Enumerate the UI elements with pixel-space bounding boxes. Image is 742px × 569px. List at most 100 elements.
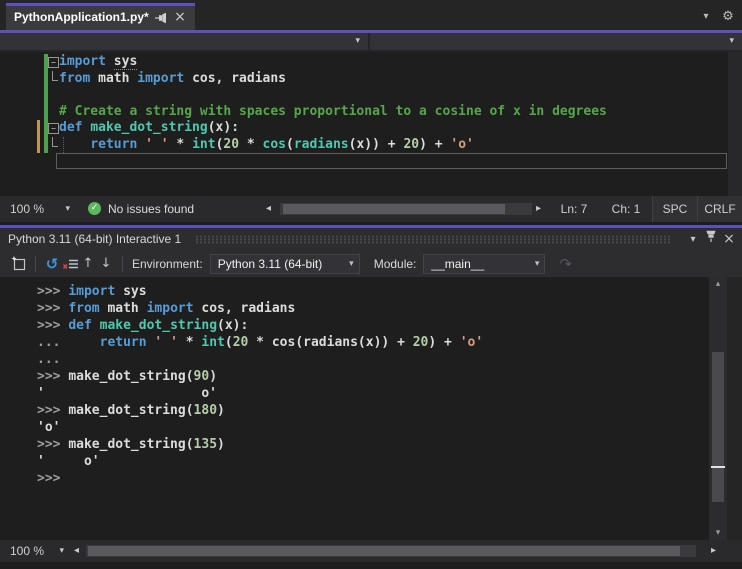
chevron-down-icon: ▾	[59, 546, 64, 556]
type-navigation-dropdown[interactable]: ▾	[0, 33, 368, 50]
repl-line: >>> make_dot_string(135)	[37, 437, 225, 452]
repl-line: >>> make_dot_string(180)	[37, 403, 225, 418]
scroll-left-icon[interactable]: ◂	[266, 196, 271, 222]
vs-window: PythonApplication1.py* × ▾ ⚙ ▾ ▾ − import…	[0, 0, 742, 569]
scrollbar-thumb[interactable]	[88, 546, 680, 556]
editor-code-line: − import sys	[0, 54, 742, 71]
module-value: __main__	[431, 256, 485, 271]
column-indicator: Ch: 1	[611, 202, 641, 216]
close-icon[interactable]: ×	[720, 231, 738, 247]
history-previous-icon[interactable]: ↑	[79, 255, 97, 273]
editor-code-line	[0, 87, 742, 104]
editor-zoom-select[interactable]: 100 % ▾	[0, 196, 76, 222]
repl-output-area: >>> import sys >>> from math import cos, …	[0, 283, 742, 487]
chevron-down-icon: ▾	[534, 258, 540, 269]
close-icon[interactable]: ×	[172, 6, 188, 28]
repl-right-margin	[727, 277, 742, 540]
editor-code-line: return ' ' * int(20 * cos(radians(x)) + …	[0, 136, 742, 153]
collapse-region-icon[interactable]: −	[48, 123, 59, 134]
pin-icon[interactable]	[702, 230, 720, 248]
caret-position-marker	[711, 466, 725, 468]
toolbar-separator	[35, 255, 36, 272]
navigation-bar: ▾ ▾	[0, 33, 742, 52]
repl-line: ...	[37, 352, 61, 367]
editor-tab-bar: PythonApplication1.py* × ▾ ⚙	[0, 0, 742, 30]
environment-value: Python 3.11 (64-bit)	[217, 256, 323, 271]
outline-guide	[52, 136, 58, 147]
scrollbar-thumb[interactable]	[283, 204, 505, 214]
change-bar-saved	[44, 103, 48, 120]
chevron-down-icon: ▾	[729, 36, 734, 46]
interactive-status-bar: 100 % ▾ ◂ ▸	[0, 540, 742, 562]
repl-line: >>> def make_dot_string(x):	[37, 318, 249, 333]
tab-list-dropdown-icon[interactable]: ▾	[698, 8, 714, 26]
editor-code-line: # Create a string with spaces proportion…	[0, 103, 742, 120]
change-bar-unsaved	[37, 136, 40, 153]
repl-horizontal-scrollbar[interactable]	[86, 545, 696, 557]
repl-line: >>> import sys	[37, 284, 147, 299]
code-editor[interactable]: − import sys from math import cos, radians…	[0, 52, 742, 196]
outline-guide	[52, 70, 58, 81]
line-indicator: Ln: 7	[560, 202, 588, 216]
pin-icon[interactable]	[154, 11, 168, 25]
editor-code-area: − import sys from math import cos, radians…	[0, 54, 742, 170]
environment-window-icon[interactable]	[10, 255, 28, 273]
repl-line: >>> from math import cos, radians	[37, 301, 296, 316]
indent-guide	[63, 136, 64, 153]
editor-code-line: from math import cos, radians	[0, 70, 742, 87]
no-issues-check-icon: ✓	[88, 202, 101, 215]
editor-horizontal-scrollbar[interactable]	[280, 203, 532, 215]
editor-vertical-scrollbar[interactable]	[728, 52, 742, 196]
collapse-region-icon[interactable]: −	[48, 57, 59, 68]
caret-position-group: Ln: 7 Ch: 1 SPC CRLF	[548, 196, 742, 222]
editor-code-line	[0, 153, 742, 170]
repl-line: >>>	[37, 471, 61, 486]
change-bar-saved	[44, 87, 48, 104]
send-to-interactive-icon[interactable]: ↷	[559, 255, 572, 273]
reset-repl-icon[interactable]: ↺	[43, 255, 61, 273]
scrollbar-thumb[interactable]	[712, 352, 724, 502]
window-bottom-edge	[0, 562, 742, 569]
interactive-toolbar: ↺ ↑ ↓ Environment: Python 3.11 (64-bit) …	[0, 250, 742, 277]
editor-code-line: − def make_dot_string(x):	[0, 120, 742, 137]
scroll-down-icon[interactable]: ▾	[709, 528, 727, 538]
module-label: Module:	[373, 256, 417, 271]
chevron-down-icon: ▾	[355, 36, 360, 46]
member-navigation-dropdown[interactable]: ▾	[370, 33, 742, 50]
environment-select[interactable]: Python 3.11 (64-bit) ▾	[209, 253, 360, 274]
chevron-down-icon: ▾	[349, 258, 354, 269]
scroll-left-icon[interactable]: ◂	[74, 540, 79, 562]
toolbar-separator	[122, 255, 123, 272]
interactive-window-title: Python 3.11 (64-bit) Interactive 1	[8, 232, 182, 246]
repl-line: 'o'	[37, 420, 61, 435]
module-select[interactable]: __main__ ▾	[423, 253, 546, 274]
gear-icon[interactable]: ⚙	[720, 8, 736, 26]
history-next-icon[interactable]: ↓	[97, 255, 115, 273]
editor-status-bar: 100 % ▾ ✓ No issues found ◂ ▸ Ln: 7 Ch: …	[0, 196, 742, 222]
interactive-repl[interactable]: >>> import sys >>> from math import cos, …	[0, 277, 742, 540]
eol-indicator[interactable]: CRLF	[697, 196, 742, 222]
repl-vertical-scrollbar[interactable]: ▴ ▾	[709, 277, 727, 540]
scroll-right-icon[interactable]: ▸	[536, 196, 541, 222]
spaces-indicator[interactable]: SPC	[652, 196, 697, 222]
repl-line: ' o'	[37, 386, 218, 401]
window-position-dropdown-icon[interactable]: ▾	[684, 234, 702, 245]
issues-status-text: No issues found	[108, 202, 195, 216]
change-bar-unsaved	[37, 120, 40, 137]
clear-screen-icon[interactable]	[61, 255, 79, 273]
zoom-value: 100 %	[10, 202, 45, 216]
scroll-right-icon[interactable]: ▸	[711, 540, 716, 562]
titlebar-drag-grip[interactable]	[195, 234, 672, 244]
repl-zoom-select[interactable]: 100 % ▾	[0, 540, 70, 562]
scroll-up-icon[interactable]: ▴	[709, 279, 727, 289]
zoom-value: 100 %	[10, 544, 45, 558]
chevron-down-icon: ▾	[65, 204, 70, 214]
change-bar-saved	[44, 70, 48, 87]
tab-title: PythonApplication1.py*	[14, 10, 149, 24]
interactive-window-titlebar[interactable]: Python 3.11 (64-bit) Interactive 1 ▾ ×	[0, 225, 742, 250]
change-bar-saved	[44, 136, 48, 153]
tab-well-controls: ▾ ⚙	[698, 8, 736, 26]
tab-pythonapplication1[interactable]: PythonApplication1.py* ×	[6, 3, 195, 30]
repl-line: ' o'	[37, 454, 100, 469]
environment-label: Environment:	[132, 256, 203, 271]
